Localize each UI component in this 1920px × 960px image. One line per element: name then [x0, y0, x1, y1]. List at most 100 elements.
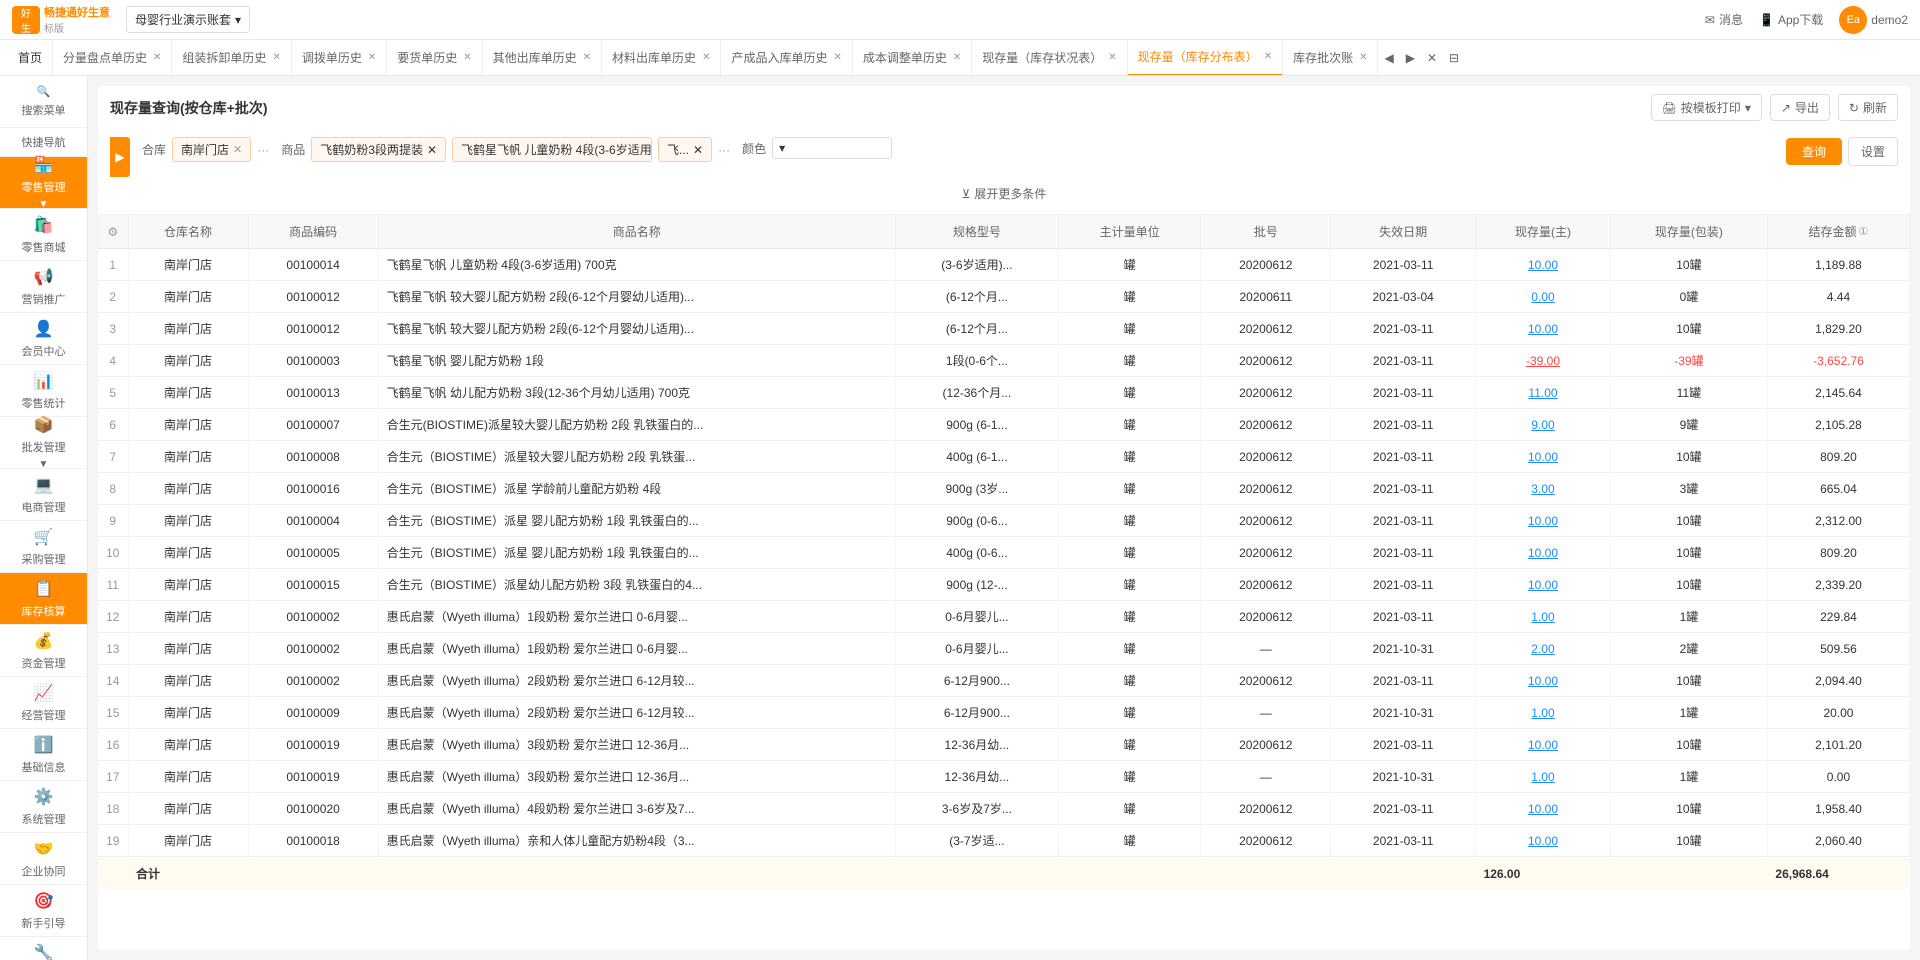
tab-home[interactable]: 首页: [8, 40, 53, 76]
export-btn[interactable]: ↗ 导出: [1770, 94, 1830, 121]
color-input[interactable]: ▾: [772, 137, 892, 159]
content-area: 现存量查询(按仓库+批次) 🖨 按模板打印 ▾ ↗ 导出 ↻: [88, 76, 1920, 960]
sidebar-item-purchase[interactable]: 🛒 采购管理: [0, 521, 87, 573]
sidebar-item-operation[interactable]: 📈 经营管理: [0, 677, 87, 729]
tab-close[interactable]: ✕: [1359, 52, 1367, 63]
tab-close[interactable]: ✕: [583, 52, 591, 63]
warehouse-more[interactable]: ···: [257, 143, 269, 157]
tab-组装拆卸[interactable]: 组装拆卸单历史 ✕: [172, 40, 291, 76]
tab-材料出库[interactable]: 材料出库单历史 ✕: [602, 40, 721, 76]
tab-prev-btn[interactable]: ◀: [1378, 51, 1399, 65]
table-row: 8 南岸门店 00100016 合生元（BIOSTIME）派星 学龄前儿童配方奶…: [98, 473, 1910, 505]
table-row: 1 南岸门店 00100014 飞鹤星飞帆 儿童奶粉 4段(3-6岁适用) 70…: [98, 249, 1910, 281]
row-expire: 2021-03-11: [1331, 825, 1476, 857]
sidebar-item-mall[interactable]: 🛍️ 零售商城: [0, 209, 87, 261]
row-expire: 2021-03-11: [1331, 441, 1476, 473]
row-unit: 罐: [1059, 825, 1201, 857]
messages-btn[interactable]: ✉ 消息: [1705, 11, 1743, 28]
tab-close[interactable]: ✕: [833, 52, 841, 63]
sidebar-item-ecommerce[interactable]: 💻 电商管理: [0, 469, 87, 521]
tab-close[interactable]: ✕: [1264, 51, 1272, 62]
row-batch: 20200612: [1201, 729, 1331, 761]
sidebar-item-retail-stat[interactable]: 📊 零售统计: [0, 365, 87, 417]
row-num: 16: [98, 729, 128, 761]
tab-close[interactable]: ✕: [368, 52, 376, 63]
tab-close[interactable]: ✕: [272, 52, 280, 63]
tab-close[interactable]: ✕: [153, 52, 161, 63]
sidebar-item-marketing[interactable]: 📢 营销推广: [0, 261, 87, 313]
tab-库存分布[interactable]: 现存量（库存分布表）✕: [1128, 40, 1283, 76]
sidebar-item-retail[interactable]: 🏪 零售管理 ▼: [0, 157, 87, 209]
product-remove-3[interactable]: ✕: [693, 143, 703, 157]
tab-其他出库[interactable]: 其他出库单历史 ✕: [483, 40, 602, 76]
user-area[interactable]: Ea demo2: [1839, 6, 1908, 34]
refresh-btn[interactable]: ↻ 刷新: [1838, 94, 1898, 121]
table-row: 9 南岸门店 00100004 合生元（BIOSTIME）派星 婴儿配方奶粉 1…: [98, 505, 1910, 537]
product-more[interactable]: ···: [718, 143, 730, 157]
th-settings[interactable]: ⚙: [98, 215, 128, 249]
sidebar-item-system[interactable]: ⚙️ 系统管理: [0, 781, 87, 833]
row-code: 00100012: [248, 313, 378, 345]
settings-icon[interactable]: ⚙: [107, 225, 118, 239]
query-btn[interactable]: 查询: [1786, 138, 1842, 165]
color-filter: 颜色 ▾: [742, 137, 892, 159]
sidebar-item-guide[interactable]: 🎯 新手引导: [0, 885, 87, 937]
row-expire: 2021-10-31: [1331, 761, 1476, 793]
top-header: 好生 畅捷通好生意 标版 母婴行业演示账套 ▾ ✉ 消息 📱 App下载 Ea …: [0, 0, 1920, 40]
row-unit: 罐: [1059, 441, 1201, 473]
table-header: ⚙ 仓库名称 商品编码 商品名称 规格型号 主计量单位 批号 失效日期 现存量(…: [98, 215, 1910, 249]
product-remove-1[interactable]: ✕: [427, 143, 437, 157]
tab-分量盘点[interactable]: 分量盘点单历史 ✕: [53, 40, 172, 76]
sidebar-item-label: 系统管理: [22, 811, 66, 827]
sidebar-item-member[interactable]: 👤 会员中心: [0, 313, 87, 365]
row-balance: 509.56: [1767, 633, 1909, 665]
sidebar-item-finance[interactable]: 💰 资金管理: [0, 625, 87, 677]
sidebar-item-collab[interactable]: 🤝 企业协同: [0, 833, 87, 885]
setting-btn[interactable]: 设置: [1848, 137, 1898, 166]
store-selector[interactable]: 母婴行业演示账套 ▾: [126, 6, 250, 33]
row-code: 00100008: [248, 441, 378, 473]
tab-close[interactable]: ✕: [1108, 52, 1116, 63]
sidebar-item-label: 零售商城: [22, 239, 66, 255]
tab-close[interactable]: ✕: [702, 52, 710, 63]
sidebar-item-label: 零售管理: [22, 179, 66, 195]
tab-库存状况[interactable]: 现存量（库存状况表）✕: [972, 40, 1127, 76]
tab-close-all-btn[interactable]: ✕: [1421, 51, 1443, 65]
tab-调拨单[interactable]: 调拨单历史 ✕: [292, 40, 387, 76]
logo-area: 好生 畅捷通好生意 标版: [12, 4, 110, 35]
sidebar-quick-nav[interactable]: 快捷导航: [0, 128, 87, 157]
row-warehouse: 南岸门店: [128, 697, 248, 729]
table-container[interactable]: ⚙ 仓库名称 商品编码 商品名称 规格型号 主计量单位 批号 失效日期 现存量(…: [98, 215, 1910, 950]
tab-close[interactable]: ✕: [463, 52, 471, 63]
filter-toggle-btn[interactable]: ▶: [110, 137, 130, 177]
sidebar-search[interactable]: 🔍 搜索菜单: [0, 76, 87, 128]
row-stock-main: 10.00: [1476, 441, 1611, 473]
row-spec: 400g (6-1...: [895, 441, 1058, 473]
row-code: 00100018: [248, 825, 378, 857]
sidebar-item-inventory[interactable]: 📋 库存核算: [0, 573, 87, 625]
tab-要货单[interactable]: 要货单历史 ✕: [387, 40, 482, 76]
sidebar-item-appstore[interactable]: 🔧 应用中心: [0, 937, 87, 960]
sidebar-item-wholesale[interactable]: 📦 批发管理 ▼: [0, 417, 87, 469]
tab-menu-btn[interactable]: ⊟: [1443, 51, 1465, 65]
warehouse-remove-btn[interactable]: ✕: [233, 143, 242, 156]
row-balance: 1,189.88: [1767, 249, 1909, 281]
row-warehouse: 南岸门店: [128, 569, 248, 601]
tab-next-btn[interactable]: ▶: [1400, 51, 1421, 65]
tab-成本调整[interactable]: 成本调整单历史 ✕: [853, 40, 972, 76]
app-download-btn[interactable]: 📱 App下载: [1759, 11, 1823, 28]
table-row: 16 南岸门店 00100019 惠氏启蒙（Wyeth illuma）3段奶粉 …: [98, 729, 1910, 761]
print-btn[interactable]: 🖨 按模板打印 ▾: [1651, 94, 1762, 121]
table-row: 18 南岸门店 00100020 惠氏启蒙（Wyeth illuma）4段奶粉 …: [98, 793, 1910, 825]
row-unit: 罐: [1059, 793, 1201, 825]
sidebar-item-basic[interactable]: ℹ️ 基础信息: [0, 729, 87, 781]
tab-close[interactable]: ✕: [953, 52, 961, 63]
row-warehouse: 南岸门店: [128, 761, 248, 793]
tab-批次账[interactable]: 库存批次账 ✕: [1283, 40, 1378, 76]
print-dropdown-icon: ▾: [1745, 101, 1751, 115]
tab-产成品[interactable]: 产成品入库单历史 ✕: [721, 40, 852, 76]
expand-btn[interactable]: ⊻ 展开更多条件: [110, 181, 1898, 206]
row-warehouse: 南岸门店: [128, 825, 248, 857]
row-unit: 罐: [1059, 729, 1201, 761]
row-stock-main: 10.00: [1476, 249, 1611, 281]
